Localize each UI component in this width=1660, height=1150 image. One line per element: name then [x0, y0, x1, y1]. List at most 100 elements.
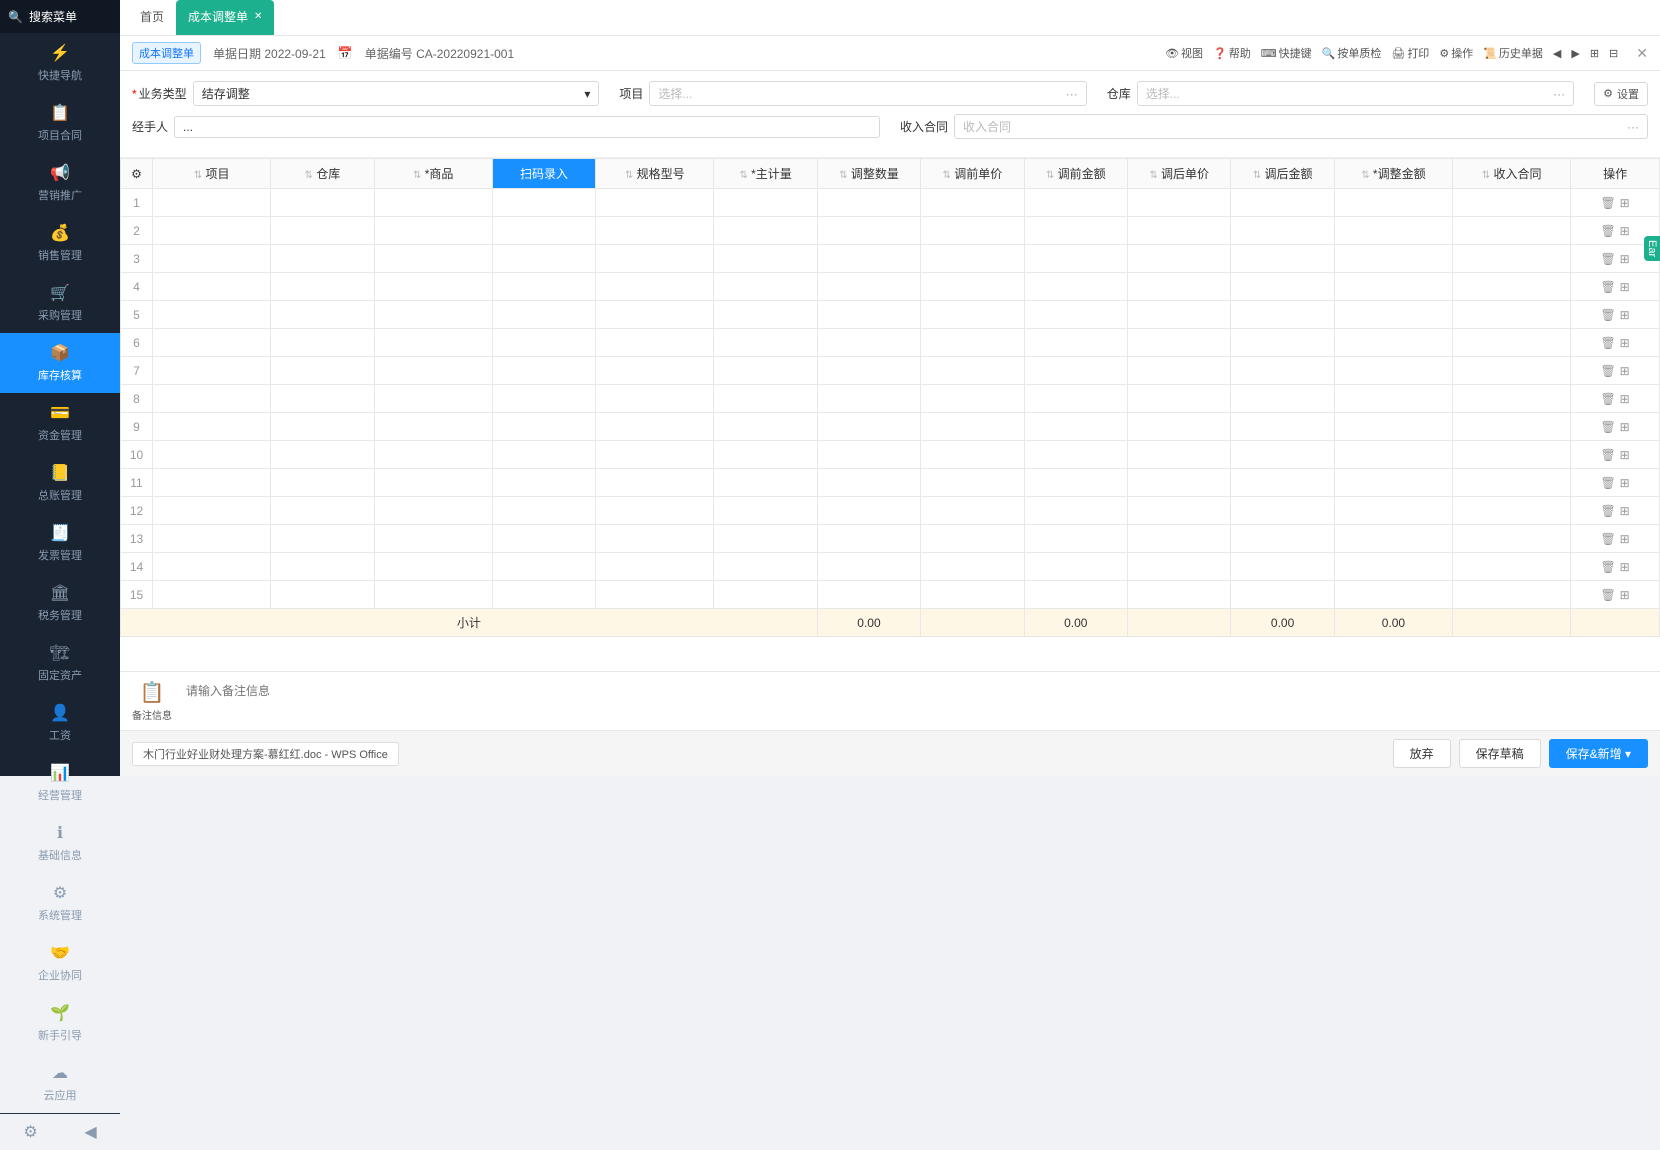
- row-1-preprice[interactable]: [921, 189, 1024, 217]
- row-13-delete-icon[interactable]: 🗑: [1600, 532, 1615, 546]
- row-12-preprice[interactable]: [921, 497, 1024, 525]
- row-5-postprice[interactable]: [1128, 301, 1231, 329]
- row-6-postprice[interactable]: [1128, 329, 1231, 357]
- row-3-delete-icon[interactable]: 🗑: [1600, 252, 1615, 266]
- row-11-preprice[interactable]: [921, 469, 1024, 497]
- handler-input[interactable]: ...: [174, 116, 880, 138]
- row-8-copy-icon[interactable]: ⊞: [1620, 392, 1630, 406]
- sidebar-item-basic-info[interactable]: ℹ基础信息: [0, 813, 120, 873]
- row-15-unit[interactable]: [714, 581, 817, 609]
- row-11-unit[interactable]: [714, 469, 817, 497]
- expand-view-btn[interactable]: ⊞: [1590, 47, 1599, 60]
- row-3-adjamount[interactable]: [1334, 245, 1452, 273]
- row-14-product[interactable]: [374, 553, 492, 581]
- row-5-preprice[interactable]: [921, 301, 1024, 329]
- row-7-postamount[interactable]: [1231, 357, 1334, 385]
- row-2-project[interactable]: [153, 217, 271, 245]
- col-header-settings[interactable]: ⚙: [121, 159, 153, 189]
- tab-cost-adjust[interactable]: 成本调整单 ✕: [176, 0, 274, 35]
- row-1-income[interactable]: [1453, 189, 1571, 217]
- row-4-income[interactable]: [1453, 273, 1571, 301]
- row-7-product[interactable]: [374, 357, 492, 385]
- row-4-delete-icon[interactable]: 🗑: [1600, 280, 1615, 294]
- row-3-adjqty[interactable]: [817, 245, 920, 273]
- row-7-project[interactable]: [153, 357, 271, 385]
- row-9-adjqty[interactable]: [817, 413, 920, 441]
- row-10-spectype[interactable]: [596, 441, 714, 469]
- save-draft-button[interactable]: 保存草稿: [1459, 739, 1541, 768]
- notes-input[interactable]: [182, 680, 1648, 702]
- row-4-warehouse[interactable]: [271, 273, 374, 301]
- row-12-income[interactable]: [1453, 497, 1571, 525]
- nav-prev-btn[interactable]: ◀: [1553, 47, 1561, 60]
- row-15-income[interactable]: [1453, 581, 1571, 609]
- row-12-postprice[interactable]: [1128, 497, 1231, 525]
- row-5-warehouse[interactable]: [271, 301, 374, 329]
- row-2-copy-icon[interactable]: ⊞: [1620, 224, 1630, 238]
- row-6-copy-icon[interactable]: ⊞: [1620, 336, 1630, 350]
- row-7-scan[interactable]: [492, 357, 595, 385]
- row-4-scan[interactable]: [492, 273, 595, 301]
- col-header-postprice[interactable]: ⇅ 调后单价: [1128, 159, 1231, 189]
- col-header-product[interactable]: ⇅ *商品: [374, 159, 492, 189]
- discard-button[interactable]: 放弃: [1393, 739, 1451, 768]
- action-help[interactable]: ❓ 帮助: [1213, 45, 1251, 61]
- row-12-adjqty[interactable]: [817, 497, 920, 525]
- row-6-postamount[interactable]: [1231, 329, 1334, 357]
- row-9-project[interactable]: [153, 413, 271, 441]
- row-8-postamount[interactable]: [1231, 385, 1334, 413]
- row-12-scan[interactable]: [492, 497, 595, 525]
- row-13-product[interactable]: [374, 525, 492, 553]
- row-6-unit[interactable]: [714, 329, 817, 357]
- row-8-adjamount[interactable]: [1334, 385, 1452, 413]
- row-11-copy-icon[interactable]: ⊞: [1620, 476, 1630, 490]
- row-9-scan[interactable]: [492, 413, 595, 441]
- col-header-postamount[interactable]: ⇅ 调后金额: [1231, 159, 1334, 189]
- action-view[interactable]: 👁 视图: [1165, 45, 1203, 61]
- row-1-product[interactable]: [374, 189, 492, 217]
- row-13-project[interactable]: [153, 525, 271, 553]
- save-new-button[interactable]: 保存&新增 ▾: [1549, 739, 1648, 768]
- row-4-copy-icon[interactable]: ⊞: [1620, 280, 1630, 294]
- row-11-warehouse[interactable]: [271, 469, 374, 497]
- row-6-preamount[interactable]: [1024, 329, 1127, 357]
- row-1-postprice[interactable]: [1128, 189, 1231, 217]
- row-8-product[interactable]: [374, 385, 492, 413]
- col-header-unit[interactable]: ⇅ *主计量: [714, 159, 817, 189]
- row-13-unit[interactable]: [714, 525, 817, 553]
- row-7-adjamount[interactable]: [1334, 357, 1452, 385]
- row-3-unit[interactable]: [714, 245, 817, 273]
- row-7-unit[interactable]: [714, 357, 817, 385]
- row-13-copy-icon[interactable]: ⊞: [1620, 532, 1630, 546]
- row-5-delete-icon[interactable]: 🗑: [1600, 308, 1615, 322]
- sidebar-item-sales-promo[interactable]: 📢营销推广: [0, 153, 120, 213]
- row-11-income[interactable]: [1453, 469, 1571, 497]
- row-9-warehouse[interactable]: [271, 413, 374, 441]
- row-13-postamount[interactable]: [1231, 525, 1334, 553]
- row-14-unit[interactable]: [714, 553, 817, 581]
- row-6-adjqty[interactable]: [817, 329, 920, 357]
- col-header-project[interactable]: ⇅ 项目: [153, 159, 271, 189]
- row-10-project[interactable]: [153, 441, 271, 469]
- doc-date-icon[interactable]: 📅: [338, 46, 353, 60]
- row-6-income[interactable]: [1453, 329, 1571, 357]
- col-header-adjamount[interactable]: ⇅ *调整金额: [1334, 159, 1452, 189]
- row-1-delete-icon[interactable]: 🗑: [1600, 196, 1615, 210]
- row-7-income[interactable]: [1453, 357, 1571, 385]
- row-10-income[interactable]: [1453, 441, 1571, 469]
- row-1-preamount[interactable]: [1024, 189, 1127, 217]
- tab-home[interactable]: 首页: [128, 0, 176, 35]
- row-10-warehouse[interactable]: [271, 441, 374, 469]
- row-1-adjqty[interactable]: [817, 189, 920, 217]
- row-5-unit[interactable]: [714, 301, 817, 329]
- row-3-warehouse[interactable]: [271, 245, 374, 273]
- row-10-unit[interactable]: [714, 441, 817, 469]
- row-13-adjamount[interactable]: [1334, 525, 1452, 553]
- row-4-adjqty[interactable]: [817, 273, 920, 301]
- row-3-copy-icon[interactable]: ⊞: [1620, 252, 1630, 266]
- sidebar-item-sales-mgmt[interactable]: 💰销售管理: [0, 213, 120, 273]
- row-3-preamount[interactable]: [1024, 245, 1127, 273]
- notes-icon-btn[interactable]: 📋 备注信息: [132, 680, 172, 722]
- row-7-adjqty[interactable]: [817, 357, 920, 385]
- row-2-unit[interactable]: [714, 217, 817, 245]
